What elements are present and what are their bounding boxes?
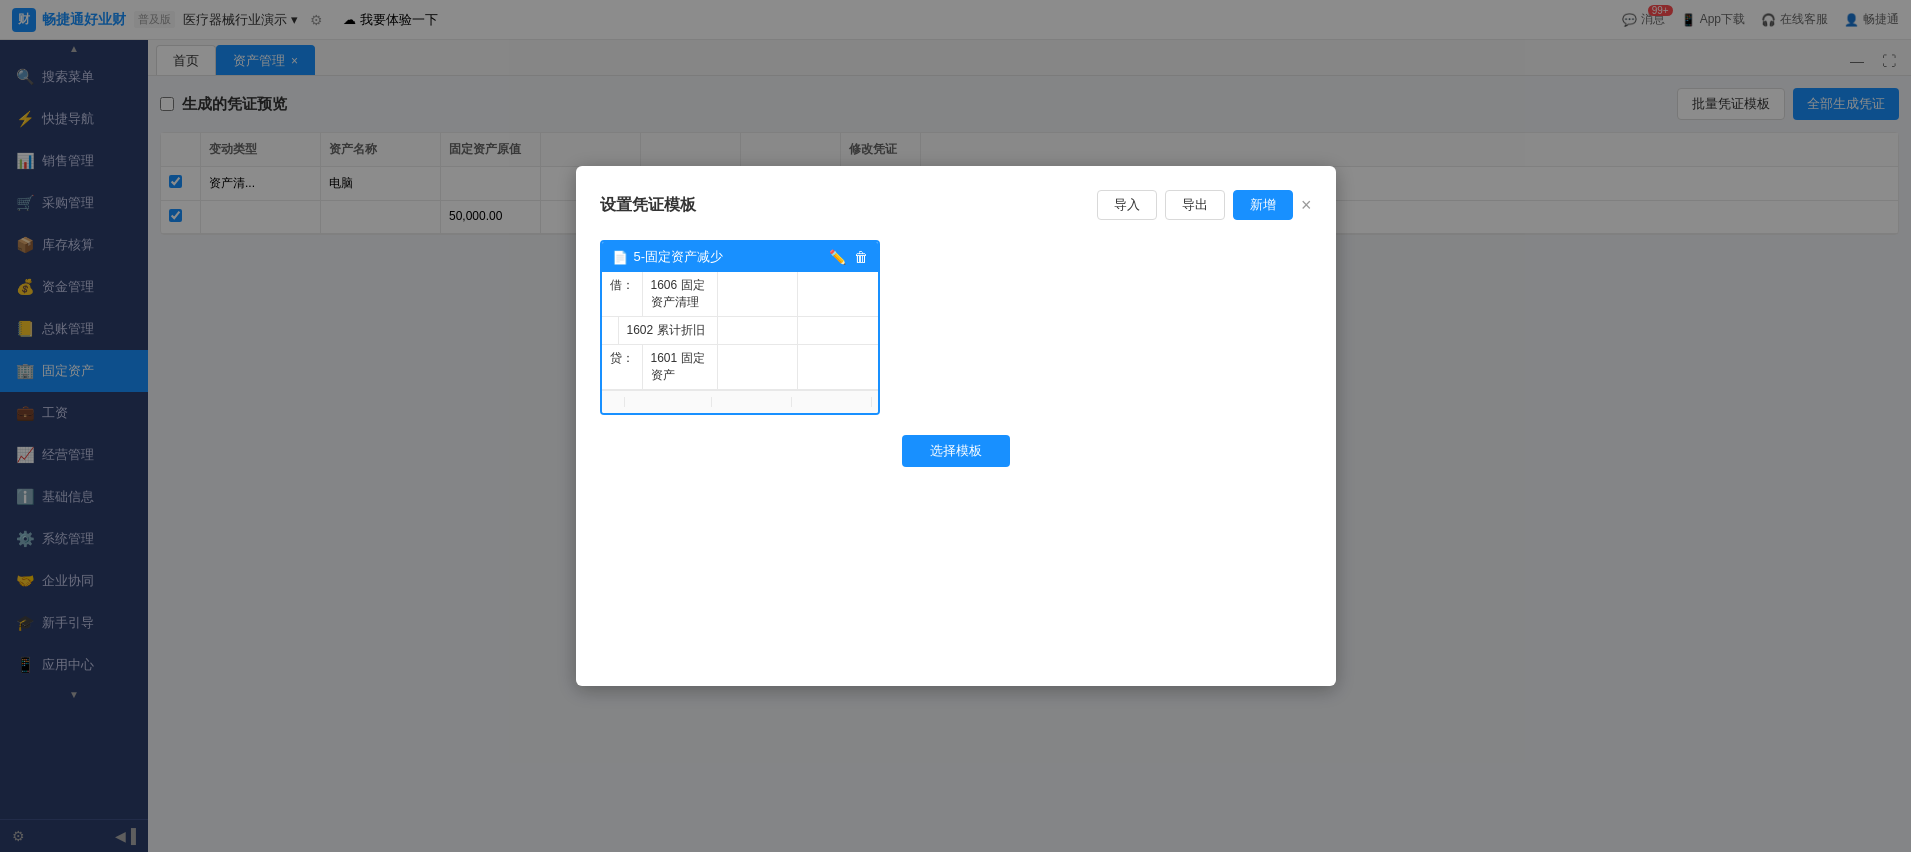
template-list: 📄 5-固定资产减少 ✏️ 🗑 借： 1606 固定资产清理 [600, 240, 1312, 415]
modal-set-template: 设置凭证模板 导入 导出 新增 × 📄 5-固定资产减少 ✏️ 🗑 [576, 166, 1336, 686]
entry3-direction: 贷： [602, 345, 643, 389]
entry2-direction [602, 317, 619, 344]
entry2-debit [718, 317, 798, 344]
template-card-header: 📄 5-固定资产减少 ✏️ 🗑 [602, 242, 878, 272]
select-template-btn[interactable]: 选择模板 [902, 435, 1010, 467]
template-card-header-left: 📄 5-固定资产减少 [612, 248, 724, 266]
export-btn[interactable]: 导出 [1165, 190, 1225, 220]
select-template-container: 选择模板 [600, 435, 1312, 467]
modal-header-right: 导入 导出 新增 × [1097, 190, 1312, 220]
template-entry-3: 贷： 1601 固定资产 [602, 345, 878, 390]
template-entry-1: 借： 1606 固定资产清理 [602, 272, 878, 317]
entry2-credit [798, 317, 878, 344]
entry1-debit [718, 272, 798, 316]
new-btn[interactable]: 新增 [1233, 190, 1293, 220]
modal-title: 设置凭证模板 [600, 195, 696, 216]
entry3-credit [798, 345, 878, 389]
entry3-account: 1601 固定资产 [643, 345, 718, 389]
import-btn[interactable]: 导入 [1097, 190, 1157, 220]
footer-col4 [792, 397, 872, 407]
footer-col3 [712, 397, 792, 407]
entry2-account: 1602 累计折旧 [619, 317, 718, 344]
entry1-account: 1606 固定资产清理 [643, 272, 718, 316]
modal-header: 设置凭证模板 导入 导出 新增 × [600, 190, 1312, 220]
modal-toolbar: 导入 导出 新增 [1097, 190, 1293, 220]
template-edit-icon[interactable]: ✏️ [829, 249, 846, 265]
entry1-credit [798, 272, 878, 316]
template-entry-2: 1602 累计折旧 [602, 317, 878, 345]
template-footer [602, 390, 878, 413]
template-name: 5-固定资产减少 [634, 248, 724, 266]
entry1-direction: 借： [602, 272, 643, 316]
template-delete-icon[interactable]: 🗑 [854, 249, 868, 265]
modal-close-btn[interactable]: × [1301, 196, 1312, 214]
template-card-header-actions: ✏️ 🗑 [829, 249, 868, 265]
entry3-debit [718, 345, 798, 389]
footer-col2 [625, 397, 712, 407]
footer-col1 [608, 397, 625, 407]
template-doc-icon: 📄 [612, 250, 628, 265]
template-card-body: 借： 1606 固定资产清理 1602 累计折旧 贷： 1601 固定资产 [602, 272, 878, 413]
template-card: 📄 5-固定资产减少 ✏️ 🗑 借： 1606 固定资产清理 [600, 240, 880, 415]
